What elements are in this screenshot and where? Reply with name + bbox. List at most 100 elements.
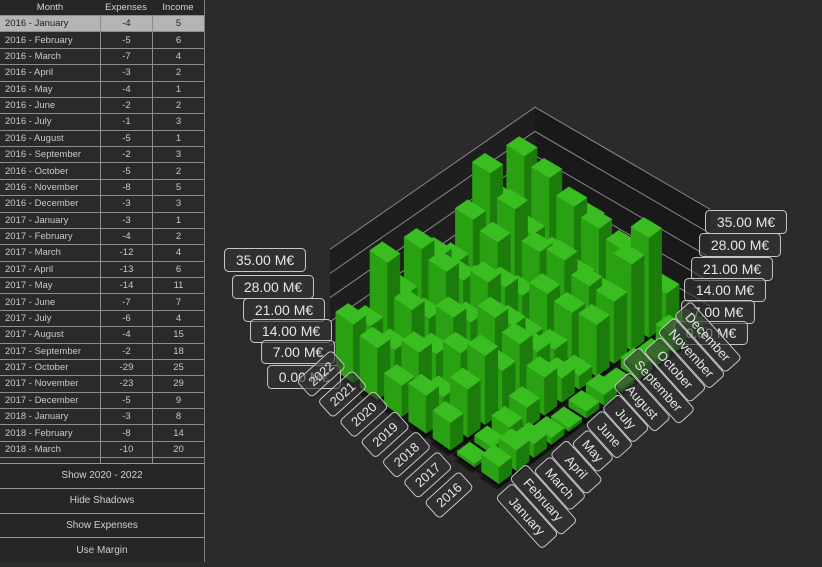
cell-income: 1 — [152, 212, 204, 228]
cell-expenses: -2 — [100, 343, 152, 359]
cell-expenses: -5 — [100, 130, 152, 146]
table-row[interactable]: 2017 - January -3 1 — [0, 211, 204, 228]
table-row[interactable]: 2017 - March -12 4 — [0, 244, 204, 261]
table-row[interactable]: 2017 - October -29 25 — [0, 358, 204, 376]
cell-income: 5 — [152, 16, 204, 32]
value-label-right: 35.00 M€ — [705, 210, 787, 234]
table-row[interactable]: 2017 - June -7 7 — [0, 293, 204, 310]
table-row[interactable]: 2016 - October -5 2 — [0, 162, 204, 179]
table-row[interactable]: 2017 - November -23 29 — [0, 375, 204, 392]
column-header-income: Income — [162, 2, 194, 13]
value-label-left: 35.00 M€ — [224, 248, 306, 272]
button-show-expenses[interactable]: Show Expenses — [0, 512, 204, 538]
button-use-margin[interactable]: Use Margin — [0, 537, 204, 562]
table-row[interactable]: 2017 - May -14 11 — [0, 277, 204, 294]
cell-income: 3 — [152, 196, 204, 212]
cell-income: 29 — [152, 376, 204, 392]
cell-income: 6 — [152, 32, 204, 48]
cell-expenses: -2 — [100, 147, 152, 163]
cell-month: 2017 - April — [5, 263, 54, 275]
table-row[interactable]: 2016 - April -3 2 — [0, 64, 204, 81]
table-row[interactable]: 2016 - August -5 1 — [0, 129, 204, 146]
table-row[interactable]: 2017 - April -13 6 — [0, 260, 204, 277]
table-row[interactable]: 2016 - January -4 5 — [0, 15, 204, 32]
cell-month: 2016 - August — [5, 132, 64, 144]
table-row[interactable]: 2016 - November -8 5 — [0, 178, 204, 196]
svg-text:28.00 M€: 28.00 M€ — [244, 279, 303, 295]
cell-income: 1 — [152, 81, 204, 97]
table-row[interactable]: 2016 - February -5 6 — [0, 31, 204, 48]
table-row[interactable]: 2017 - August -4 15 — [0, 326, 204, 343]
value-label-right: 14.00 M€ — [684, 278, 766, 302]
svg-text:35.00 M€: 35.00 M€ — [236, 252, 295, 268]
table-row[interactable]: 2016 - July -1 3 — [0, 113, 204, 130]
cell-income: 9 — [152, 392, 204, 408]
cell-income: 1 — [152, 130, 204, 146]
table-row[interactable]: 2016 - June -2 2 — [0, 96, 204, 114]
cell-income: 25 — [152, 359, 204, 376]
cell-expenses: -3 — [100, 409, 152, 425]
table-row[interactable]: 2016 - September -2 3 — [0, 146, 204, 163]
table-row[interactable]: 2016 - May -4 1 — [0, 80, 204, 97]
cell-expenses: -7 — [100, 48, 152, 65]
value-label-left: 21.00 M€ — [243, 298, 325, 322]
svg-text:28.00 M€: 28.00 M€ — [711, 237, 770, 253]
cell-income: 20 — [152, 441, 204, 458]
button-hide-shadows[interactable]: Hide Shadows — [0, 487, 204, 513]
cell-month: 2017 - January — [5, 214, 69, 226]
table-row[interactable]: 2017 - December -5 9 — [0, 391, 204, 408]
cell-month: 2016 - May — [5, 83, 53, 95]
table-row[interactable]: 2017 - February -4 2 — [0, 227, 204, 245]
cell-expenses: -10 — [100, 441, 152, 458]
cell-income: 2 — [152, 163, 204, 179]
cell-expenses: -2 — [100, 97, 152, 114]
value-label-right: 21.00 M€ — [691, 257, 773, 281]
cell-expenses: -12 — [100, 245, 152, 261]
cell-month: 2016 - February — [5, 34, 73, 46]
cell-expenses: -8 — [100, 179, 152, 196]
svg-text:14.00 M€: 14.00 M€ — [696, 282, 755, 298]
table-body: 2016 - January -4 5 2016 - February -5 6 2016 … — [0, 15, 204, 458]
table-row[interactable]: 2018 - March -10 20 — [0, 440, 204, 458]
column-header-expenses: Expenses — [105, 2, 147, 13]
cell-expenses: -23 — [100, 376, 152, 392]
cell-income: 2 — [152, 228, 204, 245]
cell-month: 2018 - March — [5, 443, 61, 455]
cell-month: 2018 - January — [5, 411, 69, 423]
cell-month: 2016 - June — [5, 100, 56, 112]
cell-income: 15 — [152, 327, 204, 343]
button-show-years[interactable]: Show 2020 - 2022 — [0, 463, 204, 488]
cell-expenses: -1 — [100, 114, 152, 130]
cell-expenses: -14 — [100, 278, 152, 294]
app-root: Month Expenses Income 2016 - January -4 5 2… — [0, 0, 822, 562]
cell-month: 2017 - September — [5, 345, 82, 357]
cell-income: 4 — [152, 48, 204, 65]
table-header: Month Expenses Income — [0, 0, 204, 15]
cell-income: 3 — [152, 114, 204, 130]
cell-expenses: -3 — [100, 196, 152, 212]
table-row[interactable]: 2018 - January -3 8 — [0, 408, 204, 425]
cell-income: 3 — [152, 147, 204, 163]
cell-expenses: -29 — [100, 359, 152, 376]
cell-income: 7 — [152, 294, 204, 310]
svg-text:14.00 M€: 14.00 M€ — [262, 323, 321, 339]
table-row[interactable]: 2018 - February -8 14 — [0, 424, 204, 441]
cell-expenses: -4 — [100, 327, 152, 343]
cell-month: 2016 - October — [5, 165, 69, 177]
cell-expenses: -4 — [100, 81, 152, 97]
cell-month: 2017 - December — [5, 394, 79, 406]
table-row[interactable]: 2016 - December -3 3 — [0, 195, 204, 212]
cell-month: 2017 - March — [5, 247, 61, 259]
table-row[interactable]: 2016 - March -7 4 — [0, 47, 204, 65]
cell-expenses: -5 — [100, 32, 152, 48]
cell-expenses: -5 — [100, 163, 152, 179]
value-label-left: 28.00 M€ — [232, 275, 314, 299]
3d-bar-chart[interactable]: 35.00 M€28.00 M€21.00 M€14.00 M€7.00 M€0… — [205, 0, 822, 562]
svg-text:21.00 M€: 21.00 M€ — [703, 261, 762, 277]
cell-expenses: -13 — [100, 261, 152, 277]
table-row[interactable]: 2017 - July -6 4 — [0, 309, 204, 327]
table-row[interactable]: 2017 - September -2 18 — [0, 342, 204, 359]
svg-text:21.00 M€: 21.00 M€ — [255, 302, 314, 318]
cell-income: 8 — [152, 409, 204, 425]
column-header-month: Month — [36, 2, 64, 13]
